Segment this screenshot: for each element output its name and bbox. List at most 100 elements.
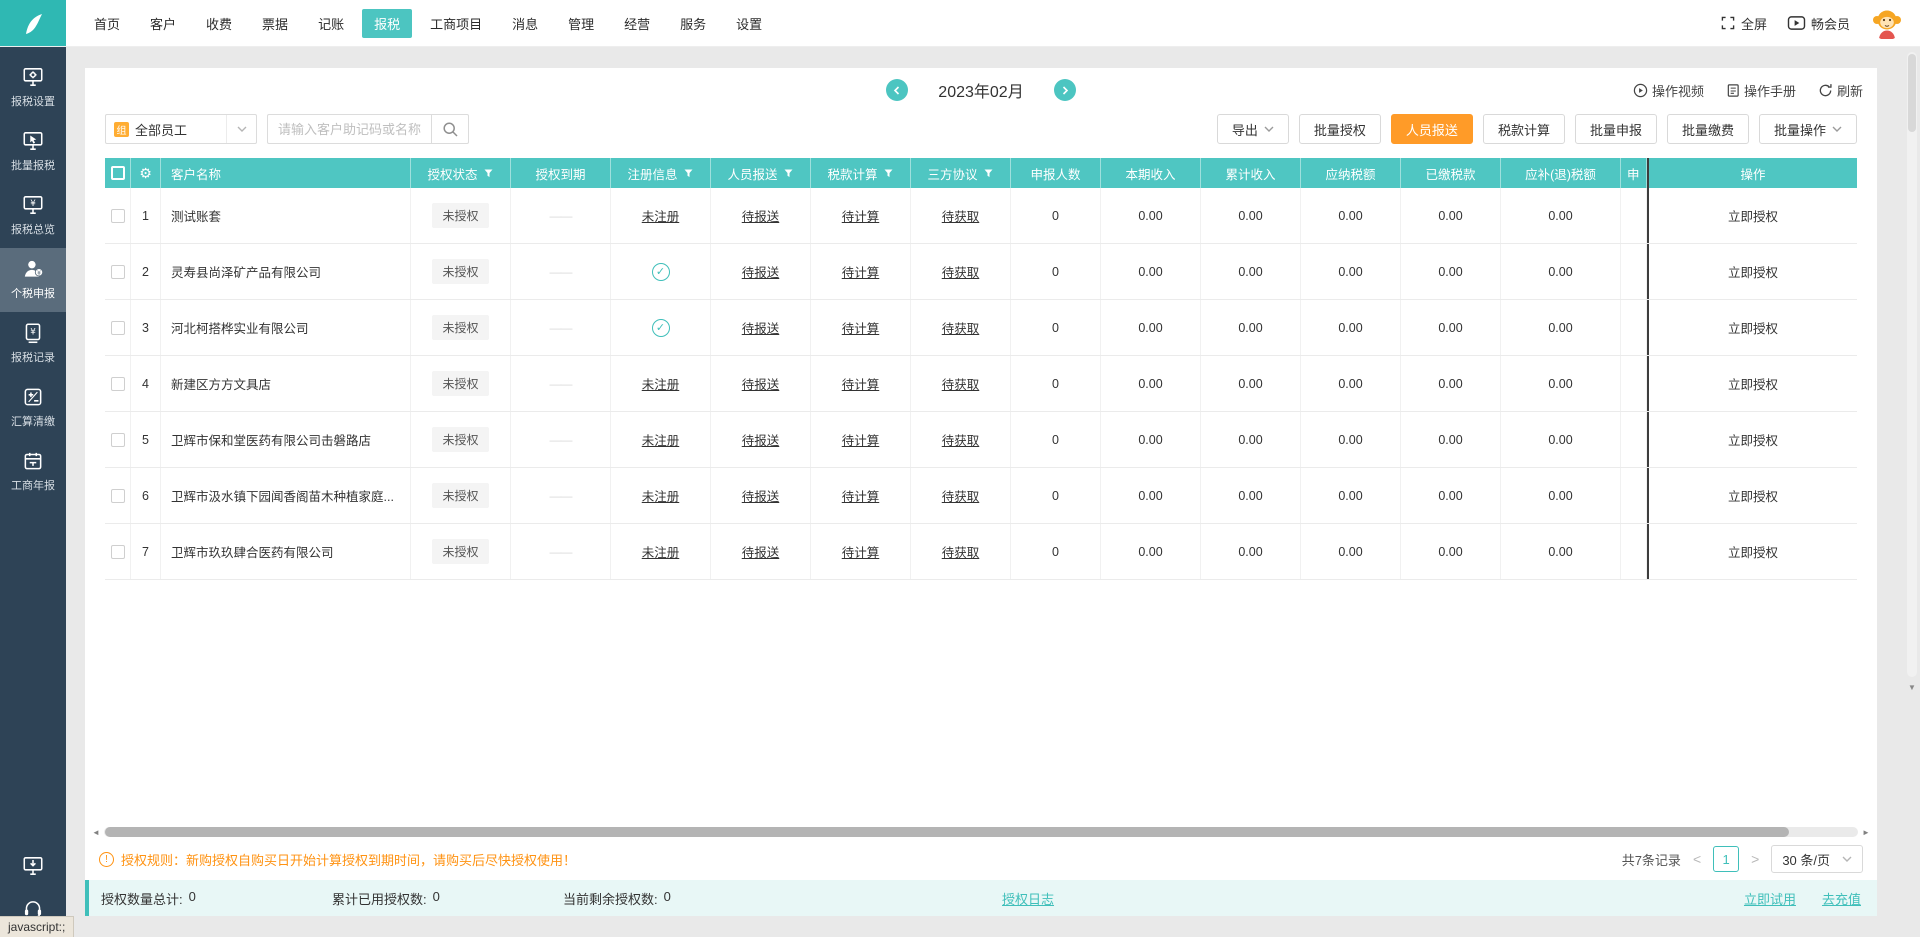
tri-agreement-link[interactable]: 待获取 (942, 318, 980, 337)
action-button[interactable]: 批量申报 (1574, 114, 1657, 144)
row-checkbox[interactable] (110, 544, 125, 559)
prev-page-button[interactable]: < (1693, 851, 1701, 867)
page-number[interactable]: 1 (1713, 846, 1740, 872)
employee-select[interactable]: 组 全部员工 (105, 114, 257, 144)
person-report-link[interactable]: 待报送 (742, 206, 780, 225)
sidebar-item-batch-tax[interactable]: 批量报税 (0, 120, 66, 184)
user-avatar[interactable] (1870, 6, 1904, 40)
hscroll-thumb[interactable] (105, 827, 1789, 837)
download-client-button[interactable] (21, 855, 45, 877)
authorize-now-link[interactable]: 立即授权 (1728, 542, 1778, 561)
scroll-right-arrow-icon[interactable]: ► (1860, 828, 1872, 837)
nav-item[interactable]: 经营 (612, 9, 662, 38)
action-button[interactable]: 税款计算 (1482, 114, 1565, 144)
hscroll-track[interactable] (104, 827, 1858, 837)
person-report-link[interactable]: 待报送 (742, 374, 780, 393)
authorize-now-link[interactable]: 立即授权 (1728, 374, 1778, 393)
action-button[interactable]: 人员报送 (1390, 114, 1473, 144)
tri-agreement-link[interactable]: 待获取 (942, 374, 980, 393)
register-link[interactable]: 未注册 (642, 486, 680, 505)
sidebar-item-tax-overview[interactable]: ¥ 报税总览 (0, 184, 66, 248)
register-link[interactable]: 未注册 (642, 430, 680, 449)
action-button[interactable]: 批量缴费 (1666, 114, 1749, 144)
row-checkbox[interactable] (110, 432, 125, 447)
scroll-down-arrow-icon[interactable]: ▼ (1907, 683, 1917, 692)
row-checkbox[interactable] (110, 320, 125, 335)
person-report-link[interactable]: 待报送 (742, 542, 780, 561)
register-link[interactable]: 未注册 (642, 542, 680, 561)
action-button[interactable]: 批量授权 (1298, 114, 1381, 144)
action-button[interactable]: 导出 (1216, 114, 1289, 144)
select-all-checkbox[interactable] (110, 166, 125, 180)
col-auth-status[interactable]: 授权状态 (411, 158, 511, 188)
person-report-link[interactable]: 待报送 (742, 486, 780, 505)
auth-log-link[interactable]: 授权日志 (1002, 889, 1054, 908)
register-link[interactable]: 未注册 (642, 206, 680, 225)
tax-calc-link[interactable]: 待计算 (842, 486, 880, 505)
refresh-button[interactable]: 刷新 (1818, 81, 1863, 100)
tax-calc-link[interactable]: 待计算 (842, 542, 880, 561)
tri-agreement-link[interactable]: 待获取 (942, 262, 980, 281)
authorize-now-link[interactable]: 立即授权 (1728, 262, 1778, 281)
col-register-info[interactable]: 注册信息 (611, 158, 711, 188)
sidebar-item-personal-tax[interactable]: ¥ 个税申报 (0, 248, 66, 312)
tax-calc-link[interactable]: 待计算 (842, 374, 880, 393)
search-input[interactable] (267, 114, 431, 144)
tax-refund: 0.00 (1501, 356, 1621, 411)
next-month-button[interactable] (1053, 79, 1076, 101)
nav-item[interactable]: 报税 (362, 8, 413, 38)
col-tri-agreement[interactable]: 三方协议 (911, 158, 1011, 188)
vertical-scrollbar[interactable]: ▼ (1907, 52, 1917, 692)
nav-item[interactable]: 收费 (194, 9, 244, 38)
row-checkbox[interactable] (110, 376, 125, 391)
vscroll-thumb[interactable] (1908, 54, 1916, 132)
authorize-now-link[interactable]: 立即授权 (1728, 318, 1778, 337)
tri-agreement-link[interactable]: 待获取 (942, 430, 980, 449)
member-button[interactable]: 畅会员 (1787, 14, 1850, 33)
sidebar-item-tax-records[interactable]: ¥ 报税记录 (0, 312, 66, 376)
nav-item[interactable]: 服务 (668, 9, 718, 38)
scroll-left-arrow-icon[interactable]: ◄ (90, 828, 102, 837)
nav-item[interactable]: 首页 (82, 9, 132, 38)
action-button[interactable]: 批量操作 (1758, 114, 1857, 144)
row-checkbox[interactable] (110, 208, 125, 223)
tax-calc-link[interactable]: 待计算 (842, 430, 880, 449)
fullscreen-button[interactable]: 全屏 (1720, 14, 1767, 33)
person-report-link[interactable]: 待报送 (742, 318, 780, 337)
person-report-link[interactable]: 待报送 (742, 262, 780, 281)
col-person-report[interactable]: 人员报送 (711, 158, 811, 188)
authorize-now-link[interactable]: 立即授权 (1728, 486, 1778, 505)
register-link[interactable]: 未注册 (642, 374, 680, 393)
sidebar-item-tax-settings[interactable]: 报税设置 (0, 56, 66, 120)
nav-item[interactable]: 记账 (306, 9, 356, 38)
row-checkbox[interactable] (110, 488, 125, 503)
prev-month-button[interactable] (886, 79, 909, 101)
sidebar-item-final-settlement[interactable]: 汇算清缴 (0, 376, 66, 440)
nav-item[interactable]: 管理 (556, 9, 606, 38)
nav-item[interactable]: 消息 (500, 9, 550, 38)
nav-item[interactable]: 设置 (724, 9, 774, 38)
recharge-link[interactable]: 去充值 (1822, 889, 1861, 908)
search-button[interactable] (431, 114, 469, 144)
next-page-button[interactable]: > (1751, 851, 1759, 867)
person-report-link[interactable]: 待报送 (742, 430, 780, 449)
page-size-select[interactable]: 30 条/页 (1771, 845, 1863, 873)
tax-calc-link[interactable]: 待计算 (842, 262, 880, 281)
nav-item[interactable]: 票据 (250, 9, 300, 38)
sidebar-item-annual-report[interactable]: 工商年报 (0, 440, 66, 504)
column-settings-gear-icon[interactable]: ⚙ (139, 166, 152, 180)
authorize-now-link[interactable]: 立即授权 (1728, 206, 1778, 225)
operation-manual-link[interactable]: 操作手册 (1726, 81, 1796, 100)
tax-calc-link[interactable]: 待计算 (842, 318, 880, 337)
tri-agreement-link[interactable]: 待获取 (942, 206, 980, 225)
row-checkbox[interactable] (110, 264, 125, 279)
authorize-now-link[interactable]: 立即授权 (1728, 430, 1778, 449)
operation-video-link[interactable]: 操作视频 (1633, 81, 1704, 100)
tri-agreement-link[interactable]: 待获取 (942, 542, 980, 561)
try-now-link[interactable]: 立即试用 (1744, 889, 1796, 908)
tri-agreement-link[interactable]: 待获取 (942, 486, 980, 505)
tax-calc-link[interactable]: 待计算 (842, 206, 880, 225)
col-tax-calc[interactable]: 税款计算 (811, 158, 911, 188)
nav-item[interactable]: 工商项目 (418, 9, 494, 38)
nav-item[interactable]: 客户 (138, 9, 188, 38)
